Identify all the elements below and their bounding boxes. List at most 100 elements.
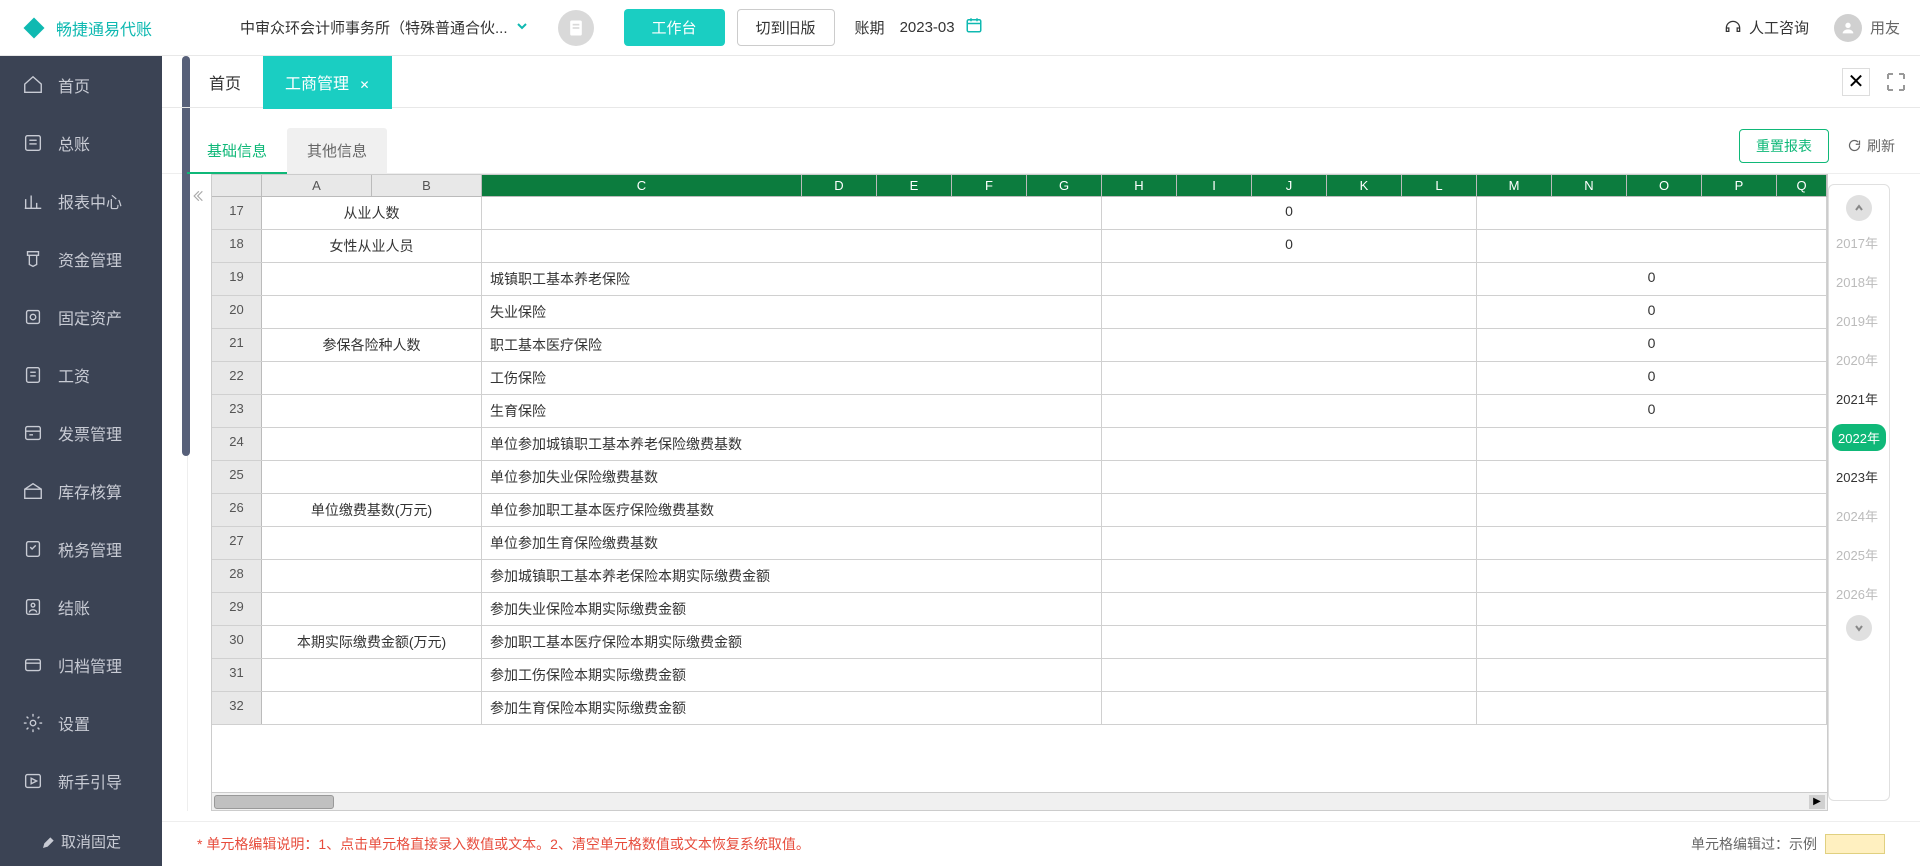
year-down-icon[interactable] [1846,615,1872,641]
close-icon[interactable]: ✕ [359,78,369,92]
row-number[interactable]: 32 [212,692,262,724]
cell-k[interactable] [1102,461,1477,493]
cell-k[interactable] [1102,560,1477,592]
cell-c[interactable]: 单位参加城镇职工基本养老保险缴费基数 [482,428,1102,460]
sidebar-item-3[interactable]: 资金管理 [0,230,162,288]
col-header-Q[interactable]: Q [1777,175,1827,196]
cell-c[interactable] [482,197,1102,229]
row-number[interactable]: 30 [212,626,262,658]
row-number[interactable]: 31 [212,659,262,691]
cell-o[interactable] [1477,197,1827,229]
col-header-P[interactable]: P [1702,175,1777,196]
cell-o[interactable] [1477,230,1827,262]
row-number[interactable]: 19 [212,263,262,295]
col-header-A[interactable]: A [262,175,372,196]
row-number[interactable]: 20 [212,296,262,328]
cell-b[interactable]: 参保各险种人数 [262,329,482,361]
cell-k[interactable] [1102,296,1477,328]
cell-b[interactable] [262,692,482,724]
sidebar-item-1[interactable]: 总账 [0,114,162,172]
col-header-F[interactable]: F [952,175,1027,196]
row-number[interactable]: 27 [212,527,262,559]
col-header-J[interactable]: J [1252,175,1327,196]
col-header-E[interactable]: E [877,175,952,196]
col-header-C[interactable]: C [482,175,802,196]
cell-c[interactable]: 职工基本医疗保险 [482,329,1102,361]
sidebar-item-6[interactable]: 发票管理 [0,404,162,462]
cell-o[interactable] [1477,593,1827,625]
row-number[interactable]: 17 [212,197,262,229]
col-header-G[interactable]: G [1027,175,1102,196]
consult-link[interactable]: 人工咨询 [1723,17,1809,38]
cell-c[interactable]: 单位参加职工基本医疗保险缴费基数 [482,494,1102,526]
col-header-O[interactable]: O [1627,175,1702,196]
cell-b[interactable] [262,461,482,493]
cell-k[interactable] [1102,494,1477,526]
cell-o[interactable] [1477,626,1827,658]
scroll-thumb[interactable] [214,795,334,809]
col-header-I[interactable]: I [1177,175,1252,196]
year-item[interactable]: 2025年 [1832,535,1886,574]
year-item[interactable]: 2022年 [1832,424,1886,451]
cell-o[interactable]: 0 [1477,329,1827,361]
sub-tab-other[interactable]: 其他信息 [287,128,387,173]
expand-icon[interactable] [1884,70,1908,94]
cell-c[interactable]: 单位参加失业保险缴费基数 [482,461,1102,493]
year-up-icon[interactable] [1846,195,1872,221]
col-header-M[interactable]: M [1477,175,1552,196]
year-item[interactable]: 2018年 [1832,262,1886,301]
grid[interactable]: 17从业人数018女性从业人员019城镇职工基本养老保险020失业保险021参保… [212,197,1827,792]
cell-o[interactable] [1477,494,1827,526]
calendar-icon[interactable] [965,16,983,39]
year-item[interactable]: 2024年 [1832,496,1886,535]
sidebar-scrollbar[interactable] [182,56,190,456]
row-number[interactable]: 25 [212,461,262,493]
user-menu[interactable]: 用友 [1834,14,1900,42]
collapse-left-icon[interactable] [187,174,211,811]
cell-b[interactable] [262,395,482,427]
tab-home[interactable]: 首页 [187,56,263,109]
refresh-button[interactable]: 刷新 [1847,129,1895,163]
col-header-H[interactable]: H [1102,175,1177,196]
cell-b[interactable] [262,362,482,394]
row-number[interactable]: 26 [212,494,262,526]
reset-report-button[interactable]: 重置报表 [1739,129,1829,163]
tab-business-mgmt[interactable]: 工商管理 ✕ [263,56,392,109]
year-item[interactable]: 2026年 [1832,574,1886,613]
col-header-N[interactable]: N [1552,175,1627,196]
document-icon[interactable] [558,10,594,46]
workbench-button[interactable]: 工作台 [624,9,725,46]
sidebar-item-12[interactable]: 新手引导 [0,752,162,810]
cell-c[interactable]: 参加职工基本医疗保险本期实际缴费金额 [482,626,1102,658]
cell-k[interactable] [1102,329,1477,361]
sidebar-item-4[interactable]: 固定资产 [0,288,162,346]
row-number[interactable]: 29 [212,593,262,625]
col-header-D[interactable]: D [802,175,877,196]
cell-b[interactable] [262,527,482,559]
cell-k[interactable] [1102,395,1477,427]
cell-k[interactable] [1102,692,1477,724]
cell-k[interactable] [1102,263,1477,295]
year-item[interactable]: 2023年 [1832,457,1886,496]
cell-c[interactable]: 生育保险 [482,395,1102,427]
cell-b[interactable] [262,428,482,460]
year-item[interactable]: 2020年 [1832,340,1886,379]
sidebar-item-2[interactable]: 报表中心 [0,172,162,230]
cell-k[interactable] [1102,626,1477,658]
cell-b[interactable] [262,659,482,691]
cell-k[interactable]: 0 [1102,197,1477,229]
cell-c[interactable]: 参加失业保险本期实际缴费金额 [482,593,1102,625]
row-number[interactable]: 18 [212,230,262,262]
sidebar-item-11[interactable]: 设置 [0,694,162,752]
cell-o[interactable]: 0 [1477,395,1827,427]
cell-o[interactable]: 0 [1477,263,1827,295]
cell-o[interactable] [1477,461,1827,493]
sidebar-item-9[interactable]: 结账 [0,578,162,636]
cell-o[interactable] [1477,527,1827,559]
cell-k[interactable] [1102,593,1477,625]
sub-tab-basic[interactable]: 基础信息 [187,128,287,173]
cell-o[interactable]: 0 [1477,362,1827,394]
year-item[interactable]: 2017年 [1832,223,1886,262]
cell-k[interactable] [1102,527,1477,559]
cell-b[interactable] [262,593,482,625]
